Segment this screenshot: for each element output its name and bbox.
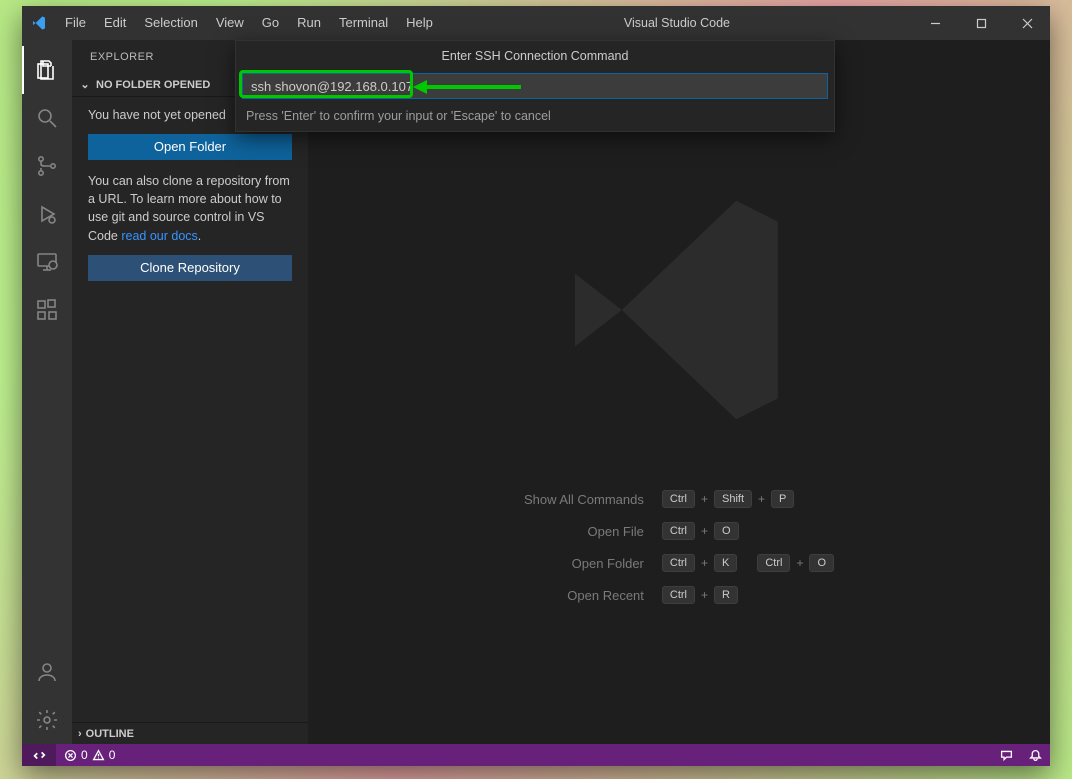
key-p: P (771, 490, 794, 508)
key-ctrl: Ctrl (662, 586, 695, 604)
explorer-icon[interactable] (22, 46, 72, 94)
settings-gear-icon[interactable] (22, 696, 72, 744)
plus-separator: + (758, 492, 765, 506)
accounts-icon[interactable] (22, 648, 72, 696)
menu-edit[interactable]: Edit (95, 6, 135, 40)
remote-explorer-icon[interactable] (22, 238, 72, 286)
shortcut-keys: Ctrl + K Ctrl + O (662, 554, 834, 572)
error-icon (64, 749, 77, 762)
key-o: O (809, 554, 834, 572)
remote-indicator[interactable] (22, 744, 56, 766)
ssh-command-input[interactable] (242, 73, 828, 99)
search-icon[interactable] (22, 94, 72, 142)
key-ctrl: Ctrl (662, 490, 695, 508)
close-button[interactable] (1004, 6, 1050, 40)
source-control-icon[interactable] (22, 142, 72, 190)
editor-watermark: Show All Commands Ctrl + Shift + P Open File Ct… (524, 180, 834, 604)
shortcut-label: Open File (524, 524, 644, 539)
menu-terminal[interactable]: Terminal (330, 6, 397, 40)
menu-file[interactable]: File (56, 6, 95, 40)
key-o: O (714, 522, 739, 540)
key-ctrl: Ctrl (662, 522, 695, 540)
plus-separator: + (701, 492, 708, 506)
read-docs-link[interactable]: read our docs (121, 229, 197, 243)
warning-icon (92, 749, 105, 762)
chevron-right-icon: › (78, 723, 82, 745)
chevron-down-icon: ⌄ (78, 74, 92, 96)
menu-view[interactable]: View (207, 6, 253, 40)
vscode-logo-icon (22, 15, 56, 31)
quick-input-hint: Press 'Enter' to confirm your input or '… (236, 105, 834, 131)
open-folder-button[interactable]: Open Folder (88, 134, 292, 160)
menu-run[interactable]: Run (288, 6, 330, 40)
plus-separator: + (701, 588, 708, 602)
key-shift: Shift (714, 490, 752, 508)
extensions-icon[interactable] (22, 286, 72, 334)
key-r: R (714, 586, 738, 604)
shortcut-keys: Ctrl + O (662, 522, 834, 540)
shortcut-label: Open Recent (524, 588, 644, 603)
vscode-window: File Edit Selection View Go Run Terminal… (22, 6, 1050, 766)
menu-go[interactable]: Go (253, 6, 288, 40)
notifications-icon[interactable] (1021, 744, 1050, 766)
status-bar: 0 0 (22, 744, 1050, 766)
menu-help[interactable]: Help (397, 6, 442, 40)
activity-bar (22, 40, 72, 744)
sidebar-outline-header[interactable]: › OUTLINE (72, 722, 308, 744)
shortcut-label: Open Folder (524, 556, 644, 571)
sidebar: EXPLORER ⌄ NO FOLDER OPENED You have not… (72, 40, 308, 744)
minimize-button[interactable] (912, 6, 958, 40)
quick-input-title: Enter SSH Connection Command (236, 41, 834, 71)
key-k: K (714, 554, 737, 572)
quick-input-panel: Enter SSH Connection Command Press 'Ente… (235, 40, 835, 132)
shortcut-label: Show All Commands (524, 492, 644, 507)
vscode-watermark-icon (549, 180, 809, 440)
plus-separator: + (701, 556, 708, 570)
window-title: Visual Studio Code (442, 16, 912, 30)
menu-selection[interactable]: Selection (135, 6, 206, 40)
sidebar-msg-clone: You can also clone a repository from a U… (88, 172, 292, 245)
feedback-icon[interactable] (992, 744, 1021, 766)
key-ctrl: Ctrl (662, 554, 695, 572)
keyboard-shortcuts-list: Show All Commands Ctrl + Shift + P Open File Ct… (524, 490, 834, 604)
problems-status[interactable]: 0 0 (56, 744, 123, 766)
error-count: 0 (81, 748, 88, 762)
sidebar-msg-clone-post: . (198, 229, 201, 243)
editor-area: Show All Commands Ctrl + Shift + P Open File Ct… (308, 40, 1050, 744)
key-ctrl: Ctrl (757, 554, 790, 572)
titlebar: File Edit Selection View Go Run Terminal… (22, 6, 1050, 40)
sidebar-section-label: NO FOLDER OPENED (96, 74, 210, 96)
shortcut-keys: Ctrl + Shift + P (662, 490, 834, 508)
menubar: File Edit Selection View Go Run Terminal… (56, 6, 442, 40)
run-debug-icon[interactable] (22, 190, 72, 238)
warning-count: 0 (109, 748, 116, 762)
plus-separator: + (701, 524, 708, 538)
maximize-button[interactable] (958, 6, 1004, 40)
shortcut-keys: Ctrl + R (662, 586, 834, 604)
clone-repository-button[interactable]: Clone Repository (88, 255, 292, 281)
sidebar-outline-label: OUTLINE (86, 723, 134, 745)
plus-separator: + (796, 556, 803, 570)
window-controls (912, 6, 1050, 40)
